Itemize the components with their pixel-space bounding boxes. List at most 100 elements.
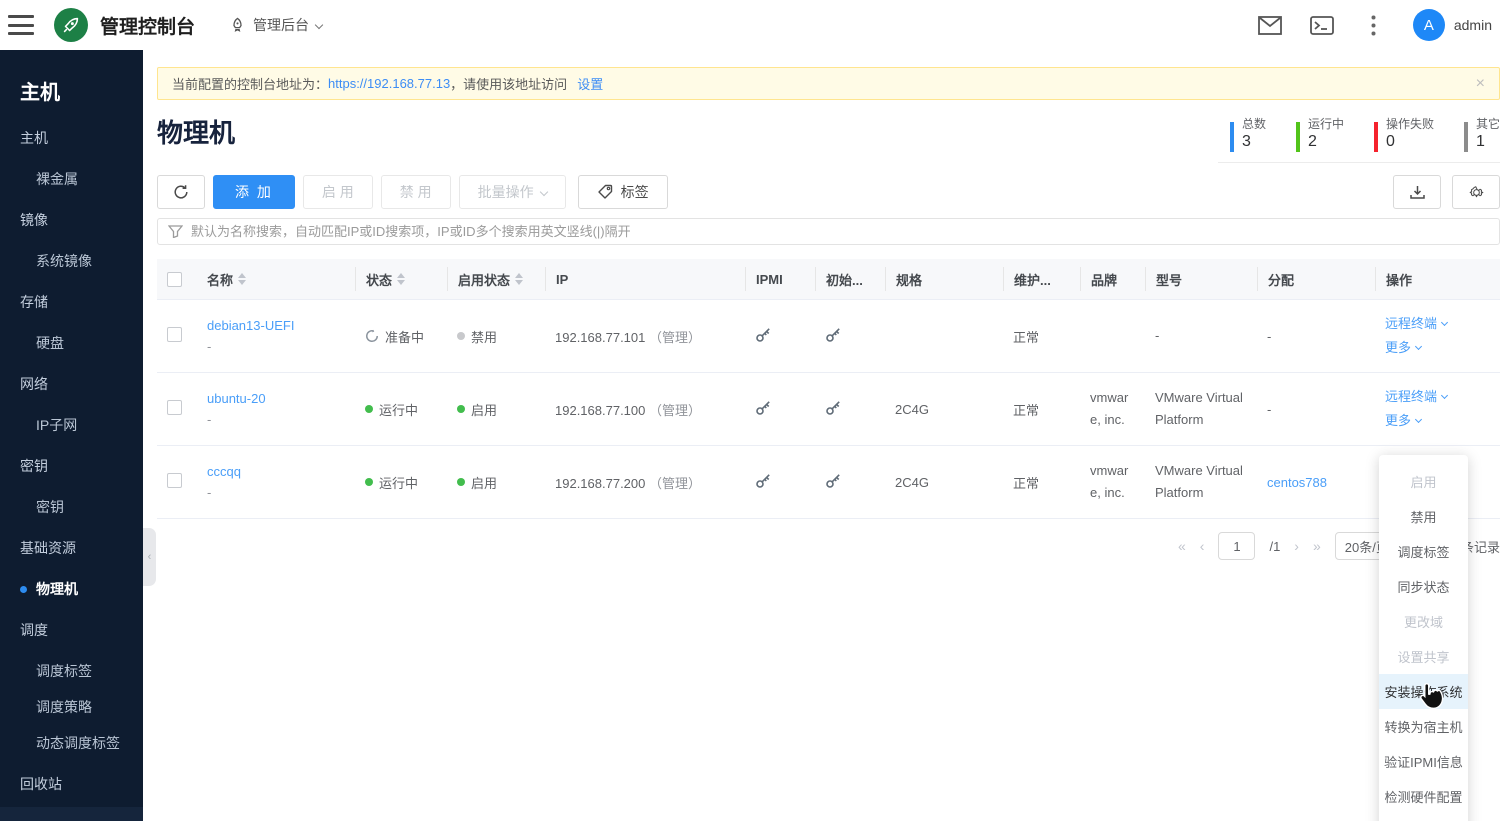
more-actions-link[interactable]: 更多 [1385,336,1490,360]
cell-maintenance: 正常 [1013,402,1040,418]
sidebar-item-10[interactable]: 基础资源 [0,525,143,571]
hamburger-menu-icon[interactable] [8,15,34,35]
page-header: 物理机 总数 3 运行中 2 操作失败 0 其它 1 [157,114,1500,163]
host-name-link[interactable]: ubuntu-20 [207,391,266,406]
sidebar-item-0[interactable]: 主机 [0,115,143,161]
cell-checkbox [157,400,197,418]
menu-item-设置共享[interactable]: 设置共享 [1379,639,1468,674]
init-key-icon[interactable] [825,474,842,492]
more-actions-link[interactable]: 更多 [1385,409,1490,433]
header-label: 型号 [1156,272,1183,288]
sort-icon[interactable] [515,273,524,285]
sidebar-item-9[interactable]: 密钥 [0,489,143,525]
app-logo-icon[interactable] [54,8,88,42]
sidebar-item-2[interactable]: 镜像 [0,197,143,243]
cell-init [815,399,885,419]
allocation-value: - [1267,401,1272,417]
allocation-link[interactable]: centos788 [1267,475,1327,490]
sort-icon[interactable] [397,273,406,285]
init-key-icon[interactable] [825,401,842,419]
menu-item-启用[interactable]: 启用 [1379,464,1468,499]
user-menu[interactable]: A admin [1412,9,1492,41]
tag-icon [597,184,612,199]
sort-icon[interactable] [238,273,247,285]
stat-text: 其它 1 [1476,116,1500,152]
select-all-checkbox[interactable] [167,271,182,287]
banner-settings-link[interactable]: 设置 [577,74,603,93]
batch-actions-button[interactable]: 批量操作 [458,175,566,209]
init-key-icon[interactable] [825,328,842,346]
disable-button[interactable]: 禁 用 [380,175,451,209]
sidebar-item-15[interactable]: 动态调度标签 [0,725,143,761]
menu-item-禁用[interactable]: 禁用 [1379,499,1468,534]
cell-init [815,326,885,346]
sidebar-item-label: 网络 [20,376,48,392]
sidebar-item-12[interactable]: 调度 [0,607,143,653]
sidebar-item-11-active[interactable]: 物理机 [0,571,143,607]
sidebar-item-16[interactable]: 回收站 [0,761,143,807]
sidebar-item-14[interactable]: 调度策略 [0,689,143,725]
ipmi-key-icon[interactable] [755,328,772,346]
ipmi-key-icon[interactable] [755,474,772,492]
remote-terminal-link[interactable]: 远程终端 [1385,312,1490,336]
kebab-menu-icon[interactable] [1361,12,1387,38]
sidebar-item-3[interactable]: 系统镜像 [0,243,143,279]
terminal-icon[interactable] [1309,12,1335,38]
header-label: 初始... [826,272,863,288]
sidebar-item-13[interactable]: 调度标签 [0,653,143,689]
menu-item-删除[interactable]: 删除 [1379,814,1468,821]
row-checkbox[interactable] [167,400,182,415]
menu-item-同步状态[interactable]: 同步状态 [1379,569,1468,604]
host-name-link[interactable]: debian13-UEFI [207,318,294,333]
banner-close-icon[interactable]: × [1476,75,1485,92]
search-bar [157,218,1500,245]
sidebar-collapse-handle[interactable]: ‹ [143,528,156,586]
host-name-link[interactable]: cccqq [207,464,241,479]
stat-value: 1 [1475,133,1485,150]
tag-button[interactable]: 标签 [577,175,668,209]
add-button[interactable]: 添 加 [213,175,295,209]
table-settings-button[interactable] [1452,175,1500,209]
menu-item-调度标签[interactable]: 调度标签 [1379,534,1468,569]
sidebar-item-4[interactable]: 存储 [0,279,143,325]
remote-terminal-link[interactable]: 远程终端 [1385,385,1490,409]
row-checkbox[interactable] [167,473,182,488]
console-address-link[interactable]: https://192.168.77.13 [328,76,450,91]
export-button[interactable] [1393,175,1441,209]
header-启用状态: 启用状态 [447,267,545,291]
mail-icon[interactable] [1257,12,1283,38]
topbar-actions: A admin [1257,9,1492,41]
menu-item-安装操作系统[interactable]: 安装操作系统 [1379,674,1468,709]
username: admin [1453,17,1492,33]
header-状态: 状态 [355,267,447,291]
prev-page-button[interactable]: ‹ [1200,538,1205,554]
sidebar-item-7[interactable]: IP子网 [0,407,143,443]
sidebar-item-8[interactable]: 密钥 [0,443,143,489]
sidebar-item-17[interactable]: 虚拟机 [0,807,143,821]
workspace-switcher[interactable]: 管理后台 [229,15,324,35]
menu-item-更改域[interactable]: 更改域 [1379,604,1468,639]
header-初始...: 初始... [815,267,885,291]
sidebar-heading: 主机 [20,82,60,104]
header-名称: 名称 [197,267,355,291]
refresh-button[interactable] [157,175,205,209]
sidebar-item-6[interactable]: 网络 [0,361,143,407]
menu-item-转换为宿主机[interactable]: 转换为宿主机 [1379,709,1468,744]
first-page-button[interactable]: « [1178,538,1186,554]
sidebar-item-1[interactable]: 裸金属 [0,161,143,197]
next-page-button[interactable]: › [1294,538,1299,554]
ipmi-key-icon[interactable] [755,401,772,419]
last-page-button[interactable]: » [1313,538,1321,554]
row-checkbox[interactable] [167,327,182,342]
loading-icon [366,329,378,342]
sidebar-item-5[interactable]: 硬盘 [0,325,143,361]
stat-color-bar [1229,122,1234,152]
header-操作: 操作 [1375,267,1500,291]
enable-button[interactable]: 启 用 [302,175,373,209]
cell-model: VMware Virtual Platform [1155,463,1243,500]
search-input[interactable] [191,224,1489,239]
menu-item-验证IPMI信息[interactable]: 验证IPMI信息 [1379,744,1468,779]
current-page-input[interactable]: 1 [1218,532,1256,560]
menu-item-检测硬件配置[interactable]: 检测硬件配置 [1379,779,1468,814]
sidebar-item-label: 回收站 [20,776,62,792]
